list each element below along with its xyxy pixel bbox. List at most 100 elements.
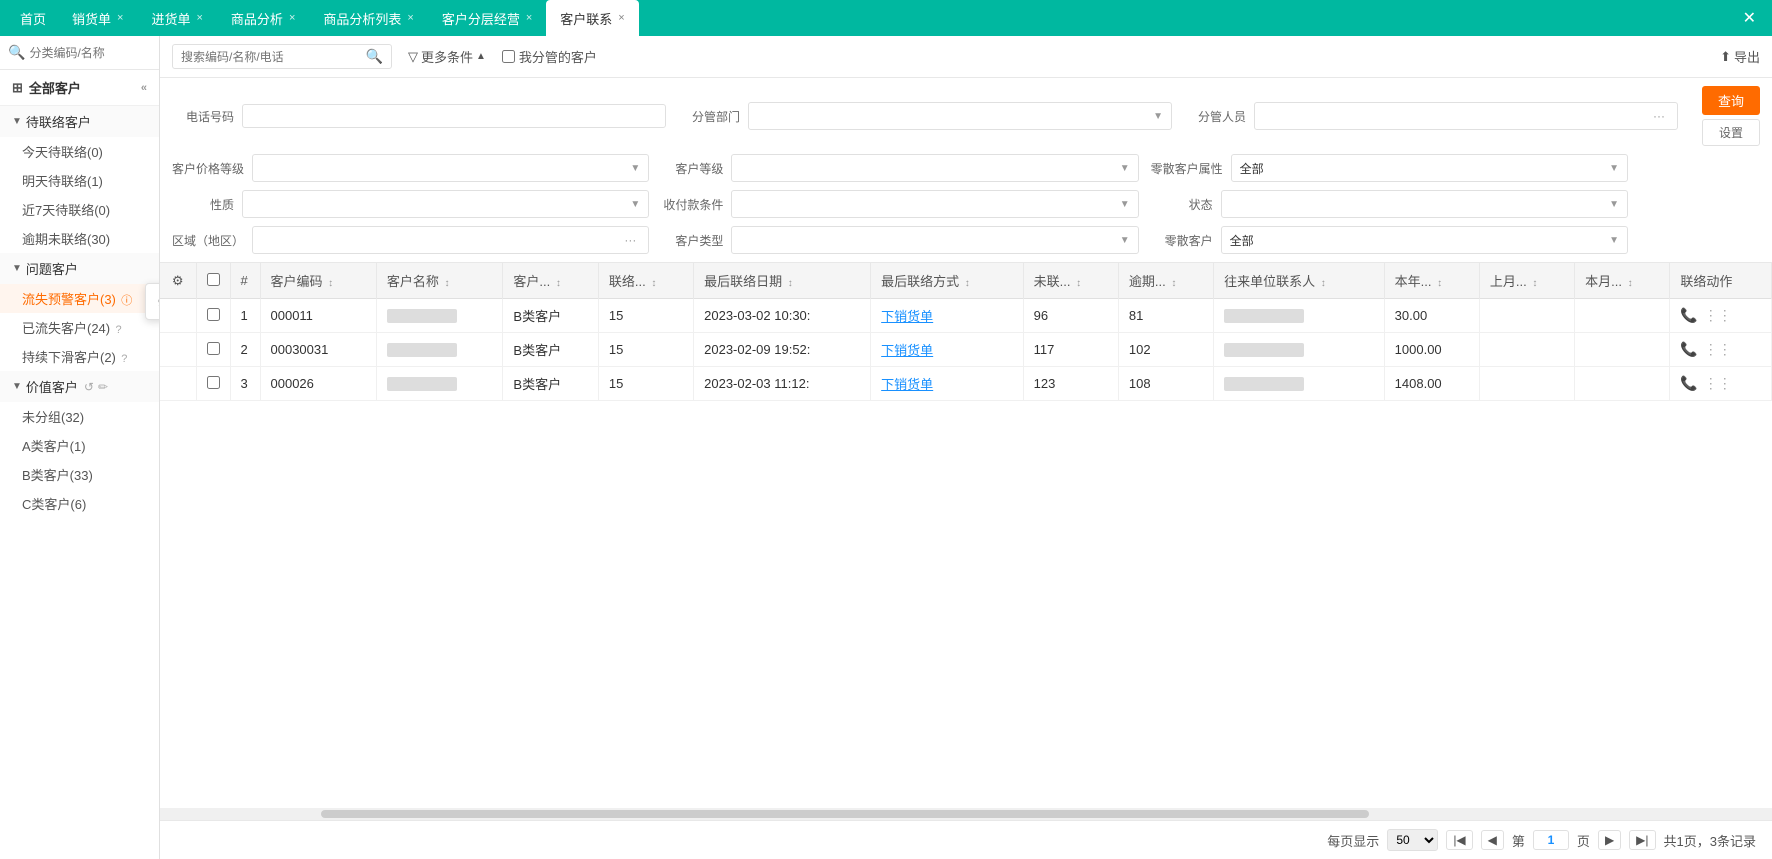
zero-attr-value: 全部 <box>1240 160 1609 177</box>
close-tab-customer-layer[interactable]: × <box>526 12 532 24</box>
col-this-month[interactable]: 本月... ↕ <box>1575 263 1670 299</box>
sidebar-item-already-churned[interactable]: 已流失客户(24) ? <box>0 313 159 342</box>
cell-action-2[interactable]: 📞 ⋮⋮ <box>1670 367 1772 401</box>
customer-level-arrow: ▼ <box>1120 163 1130 174</box>
export-btn[interactable]: ⬆ 导出 <box>1720 47 1760 66</box>
search-btn-icon[interactable]: 🔍 <box>366 48 383 65</box>
settings-button[interactable]: 设置 <box>1702 119 1760 146</box>
sidebar-item-class-a[interactable]: A类客户(1) <box>0 431 159 460</box>
tab-sales[interactable]: 销货单 × <box>58 0 137 36</box>
zero-customer-select[interactable]: 全部 ▼ <box>1221 226 1628 254</box>
customer-level-select[interactable]: ▼ <box>731 154 1138 182</box>
sidebar-item-class-c[interactable]: C类客户(6) <box>0 489 159 518</box>
scrollbar-thumb[interactable] <box>321 810 1369 818</box>
tab-home[interactable]: 首页 <box>8 0 58 36</box>
sidebar-group-problem-title[interactable]: ▼ 问题客户 <box>0 253 159 284</box>
sidebar-group-pending-title[interactable]: ▼ 待联络客户 <box>0 106 159 137</box>
tab-customer-layer[interactable]: 客户分层经营 × <box>428 0 546 36</box>
cell-index-2: 3 <box>230 367 260 401</box>
col-settings[interactable]: ⚙ <box>160 263 196 299</box>
region-select[interactable]: ··· <box>252 226 649 254</box>
tab-purchase[interactable]: 进货单 × <box>137 0 216 36</box>
sidebar-search-input[interactable] <box>29 46 151 60</box>
sidebar-search-icon: 🔍 <box>8 44 25 61</box>
sidebar-item-overdue-contact[interactable]: 逾期未联络(30) <box>0 224 159 253</box>
cell-checkbox-2[interactable] <box>196 367 230 401</box>
cell-last-method-1[interactable]: 下销货单 <box>871 333 1023 367</box>
col-action: 联络动作 <box>1670 263 1772 299</box>
select-all-checkbox[interactable] <box>207 273 220 286</box>
sidebar-item-ungrouped[interactable]: 未分组(32) <box>0 402 159 431</box>
my-customers-checkbox[interactable] <box>502 50 515 63</box>
col-type[interactable]: 客户... ↕ <box>503 263 599 299</box>
col-last-method[interactable]: 最后联络方式 ↕ <box>871 263 1023 299</box>
edit-icon-value[interactable]: ✏ <box>98 380 108 394</box>
next-page-btn[interactable]: ▶ <box>1598 830 1621 850</box>
pagination: 每页显示 50 100 200 |◀ ◀ 第 页 ▶ ▶| 共1页，3条记录 <box>160 820 1772 859</box>
query-button[interactable]: 查询 <box>1702 86 1760 115</box>
sidebar-all-customers[interactable]: ⊞ 全部客户 « <box>0 70 159 106</box>
tab-product-list[interactable]: 商品分析列表 × <box>309 0 427 36</box>
close-tab-product-analysis[interactable]: × <box>289 12 295 24</box>
more-action-icon-0[interactable]: ⋮⋮ <box>1704 307 1732 324</box>
cell-action-0[interactable]: 📞 ⋮⋮ <box>1670 299 1772 333</box>
col-unit-contact[interactable]: 往来单位联系人 ↕ <box>1214 263 1385 299</box>
col-code[interactable]: 客户编码 ↕ <box>260 263 376 299</box>
nature-select[interactable]: ▼ <box>242 190 649 218</box>
first-page-btn[interactable]: |◀ <box>1446 830 1472 850</box>
region-ellipsis[interactable]: ··· <box>620 233 640 247</box>
close-tab-product-list[interactable]: × <box>407 12 413 24</box>
tab-product-analysis[interactable]: 商品分析 × <box>217 0 309 36</box>
cell-action-1[interactable]: 📞 ⋮⋮ <box>1670 333 1772 367</box>
dept-select[interactable]: ▼ <box>748 102 1172 130</box>
price-level-select[interactable]: ▼ <box>252 154 649 182</box>
person-ellipsis[interactable]: ··· <box>1649 109 1669 123</box>
more-action-icon-1[interactable]: ⋮⋮ <box>1704 341 1732 358</box>
col-checkbox[interactable] <box>196 263 230 299</box>
search-input[interactable] <box>181 50 362 64</box>
prev-page-btn[interactable]: ◀ <box>1481 830 1504 850</box>
col-last-date[interactable]: 最后联络日期 ↕ <box>694 263 871 299</box>
col-name[interactable]: 客户名称 ↕ <box>376 263 503 299</box>
status-select[interactable]: ▼ <box>1221 190 1628 218</box>
sidebar-item-class-b[interactable]: B类客户(33) <box>0 460 159 489</box>
zero-attr-select[interactable]: 全部 ▼ <box>1231 154 1628 182</box>
per-page-select[interactable]: 50 100 200 <box>1387 829 1438 851</box>
contact-icon-2[interactable]: 📞 <box>1680 375 1697 392</box>
sidebar-item-churn-warning[interactable]: 流失预警客户(3) ⓘ <box>0 284 159 313</box>
last-page-btn[interactable]: ▶| <box>1629 830 1655 850</box>
close-tab-purchase[interactable]: × <box>196 12 202 24</box>
contact-icon-0[interactable]: 📞 <box>1680 307 1697 324</box>
col-contact[interactable]: 联络... ↕ <box>598 263 693 299</box>
close-tab-sales[interactable]: × <box>117 12 123 24</box>
col-overdue[interactable]: 逾期... ↕ <box>1118 263 1213 299</box>
customer-type-select[interactable]: ▼ <box>731 226 1138 254</box>
more-conditions-btn[interactable]: ▽ 更多条件 ▲ <box>400 44 494 69</box>
sidebar-item-declining[interactable]: 持续下滑客户(2) ? <box>0 342 159 371</box>
filter-bar: 🔍 ▽ 更多条件 ▲ 我分管的客户 ⬆ 导出 <box>160 36 1772 78</box>
my-customers-checkbox-label[interactable]: 我分管的客户 <box>502 47 597 66</box>
phone-input[interactable] <box>242 104 666 128</box>
cell-last-method-0[interactable]: 下销货单 <box>871 299 1023 333</box>
col-this-year[interactable]: 本年... ↕ <box>1384 263 1479 299</box>
current-page-input[interactable] <box>1533 830 1569 850</box>
close-tab-customer-contact[interactable]: × <box>618 12 624 24</box>
collapse-icon: « <box>141 82 147 94</box>
sidebar-item-tomorrow[interactable]: 明天待联络(1) <box>0 166 159 195</box>
tab-customer-contact[interactable]: 客户联系 × <box>546 0 638 36</box>
horizontal-scrollbar[interactable] <box>160 808 1772 820</box>
col-last-month[interactable]: 上月... ↕ <box>1479 263 1574 299</box>
sidebar-item-7days[interactable]: 近7天待联络(0) <box>0 195 159 224</box>
sidebar-group-value-title[interactable]: ▼ 价值客户 ↺ ✏ <box>0 371 159 402</box>
person-select[interactable]: ··· <box>1254 102 1678 130</box>
sidebar-item-today[interactable]: 今天待联络(0) <box>0 137 159 166</box>
cell-checkbox-0[interactable] <box>196 299 230 333</box>
top-nav-close[interactable]: ✕ <box>1735 8 1764 28</box>
cell-last-method-2[interactable]: 下销货单 <box>871 367 1023 401</box>
refresh-icon-value[interactable]: ↺ <box>84 380 94 394</box>
contact-icon-1[interactable]: 📞 <box>1680 341 1697 358</box>
col-not-contacted[interactable]: 未联... ↕ <box>1023 263 1118 299</box>
cell-checkbox-1[interactable] <box>196 333 230 367</box>
payment-select[interactable]: ▼ <box>731 190 1138 218</box>
more-action-icon-2[interactable]: ⋮⋮ <box>1704 375 1732 392</box>
